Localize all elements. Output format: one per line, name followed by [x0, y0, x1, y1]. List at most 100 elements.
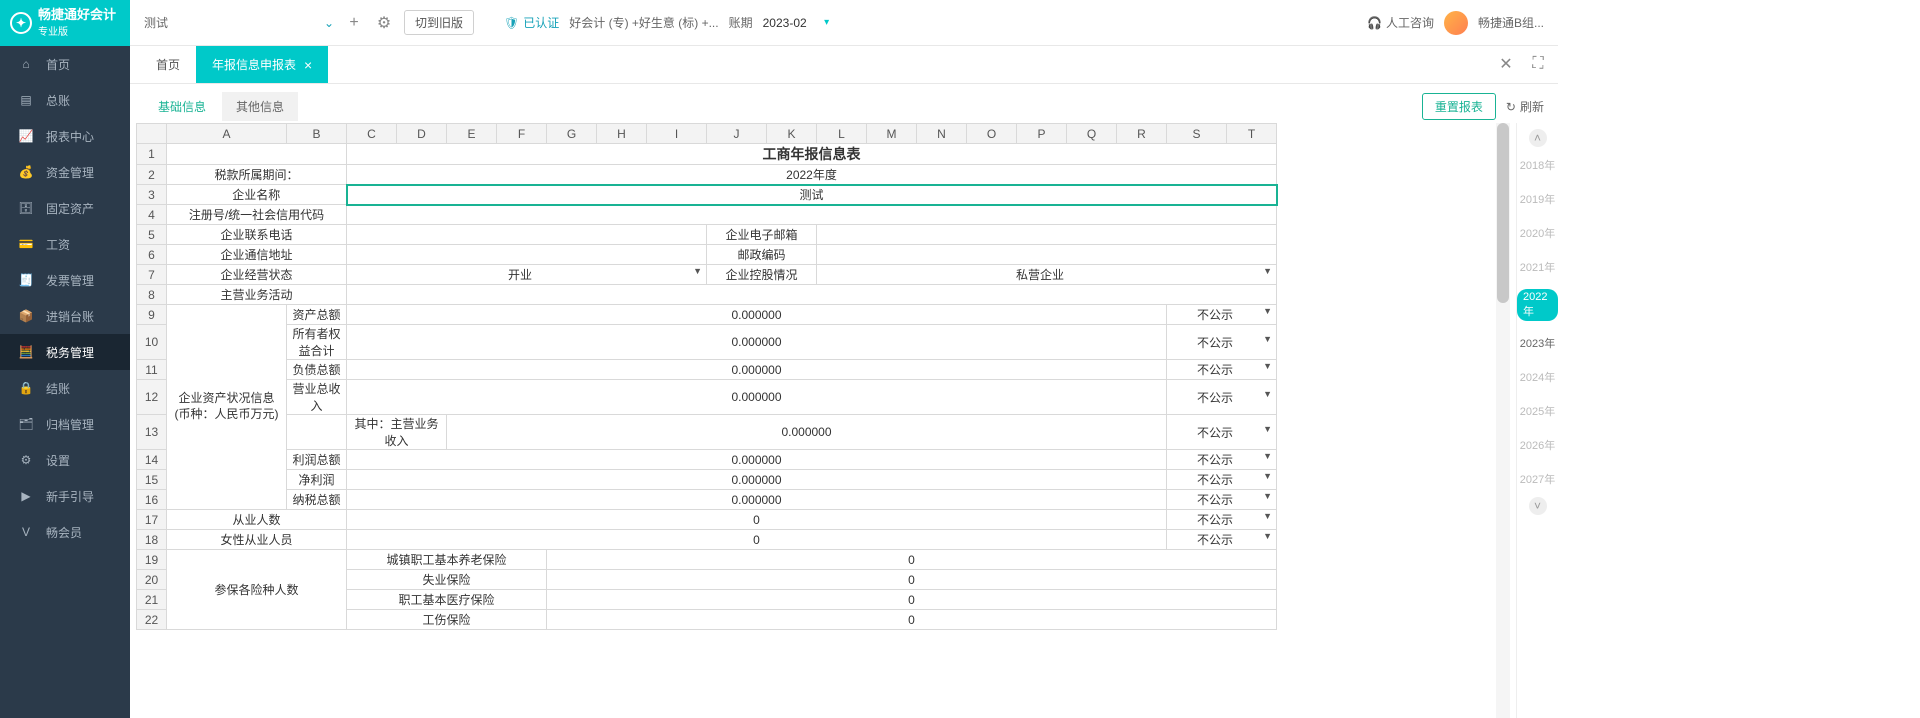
close-icon[interactable]: × [304, 57, 312, 73]
mainbiz-cell[interactable] [347, 285, 1277, 305]
asset-15-val[interactable]: 0.000000 [347, 470, 1167, 490]
year-2026年[interactable]: 2026年 [1520, 433, 1555, 457]
subtab-其他信息[interactable]: 其他信息 [222, 92, 298, 121]
asset-16-pub[interactable]: 不公示▼ [1167, 490, 1277, 510]
row-header-12[interactable]: 12 [137, 380, 167, 415]
asset-10-pub[interactable]: 不公示▼ [1167, 325, 1277, 360]
tax-period-value[interactable]: 2022年度 [347, 165, 1277, 185]
emp-f-pub[interactable]: 不公示▼ [1167, 530, 1277, 550]
col-header-Q[interactable]: Q [1067, 124, 1117, 144]
ins-22-val[interactable]: 0 [547, 610, 1277, 630]
row-header-3[interactable]: 3 [137, 185, 167, 205]
company-select[interactable]: 测试 ⌄ [144, 14, 334, 31]
sidebar-item-settings[interactable]: ⚙设置 [0, 442, 130, 478]
add-company-button[interactable]: + [344, 13, 364, 33]
asset-14-val[interactable]: 0.000000 [347, 450, 1167, 470]
col-header-P[interactable]: P [1017, 124, 1067, 144]
sidebar-item-home[interactable]: ⌂首页 [0, 46, 130, 82]
asset-9-val[interactable]: 0.000000 [347, 305, 1167, 325]
asset-11-val[interactable]: 0.000000 [347, 360, 1167, 380]
asset-16-val[interactable]: 0.000000 [347, 490, 1167, 510]
asset-10-val[interactable]: 0.000000 [347, 325, 1167, 360]
row-header-22[interactable]: 22 [137, 610, 167, 630]
col-header-C[interactable]: C [347, 124, 397, 144]
emp-pub[interactable]: 不公示▼ [1167, 510, 1277, 530]
row-header-2[interactable]: 2 [137, 165, 167, 185]
row-header-6[interactable]: 6 [137, 245, 167, 265]
corner-cell[interactable] [137, 124, 167, 144]
asset-13-pub[interactable]: 不公示▼ [1167, 415, 1277, 450]
sidebar-item-funds[interactable]: 💰资金管理 [0, 154, 130, 190]
asset-12-pub[interactable]: 不公示▼ [1167, 380, 1277, 415]
postcode-cell[interactable] [817, 245, 1277, 265]
year-2025年[interactable]: 2025年 [1520, 399, 1555, 423]
sidebar-item-fixed-assets[interactable]: 🗄固定资产 [0, 190, 130, 226]
row-header-17[interactable]: 17 [137, 510, 167, 530]
col-header-T[interactable]: T [1227, 124, 1277, 144]
holding-cell[interactable]: 私营企业▼ [817, 265, 1277, 285]
row-header-15[interactable]: 15 [137, 470, 167, 490]
col-header-A[interactable]: A [167, 124, 287, 144]
col-header-D[interactable]: D [397, 124, 447, 144]
col-header-S[interactable]: S [1167, 124, 1227, 144]
email-cell[interactable] [817, 225, 1277, 245]
col-header-E[interactable]: E [447, 124, 497, 144]
col-header-L[interactable]: L [817, 124, 867, 144]
year-down-button[interactable]: ˅ [1529, 497, 1547, 515]
ins-21-val[interactable]: 0 [547, 590, 1277, 610]
row-header-11[interactable]: 11 [137, 360, 167, 380]
emp-cell[interactable]: 0 [347, 510, 1167, 530]
year-up-button[interactable]: ˄ [1529, 129, 1547, 147]
row-header-20[interactable]: 20 [137, 570, 167, 590]
row-header-14[interactable]: 14 [137, 450, 167, 470]
address-cell[interactable] [347, 245, 707, 265]
row-header-16[interactable]: 16 [137, 490, 167, 510]
year-2019年[interactable]: 2019年 [1520, 187, 1555, 211]
sidebar-item-invoices[interactable]: 🧾发票管理 [0, 262, 130, 298]
bizstatus-cell[interactable]: 开业▼ [347, 265, 707, 285]
col-header-O[interactable]: O [967, 124, 1017, 144]
reg-no-cell[interactable] [347, 205, 1277, 225]
col-header-G[interactable]: G [547, 124, 597, 144]
col-header-I[interactable]: I [647, 124, 707, 144]
row-header-10[interactable]: 10 [137, 325, 167, 360]
sidebar-item-guide[interactable]: ▶新手引导 [0, 478, 130, 514]
row-header-7[interactable]: 7 [137, 265, 167, 285]
refresh-button[interactable]: ↻ 刷新 [1506, 98, 1544, 115]
asset-11-pub[interactable]: 不公示▼ [1167, 360, 1277, 380]
col-header-K[interactable]: K [767, 124, 817, 144]
year-2021年[interactable]: 2021年 [1520, 255, 1555, 279]
year-2027年[interactable]: 2027年 [1520, 467, 1555, 491]
col-header-F[interactable]: F [497, 124, 547, 144]
row-header-18[interactable]: 18 [137, 530, 167, 550]
asset-14-pub[interactable]: 不公示▼ [1167, 450, 1277, 470]
sidebar-item-member[interactable]: V畅会员 [0, 514, 130, 550]
subtab-基础信息[interactable]: 基础信息 [144, 92, 220, 121]
sidebar-item-closing[interactable]: 🔒结账 [0, 370, 130, 406]
row-header-5[interactable]: 5 [137, 225, 167, 245]
asset-9-pub[interactable]: 不公示▼ [1167, 305, 1277, 325]
tab-年报信息申报表[interactable]: 年报信息申报表× [196, 46, 328, 83]
emp-f-cell[interactable]: 0 [347, 530, 1167, 550]
sidebar-item-tax[interactable]: 🧮税务管理 [0, 334, 130, 370]
sidebar-item-inventory[interactable]: 📦进销台账 [0, 298, 130, 334]
phone-cell[interactable] [347, 225, 707, 245]
row-header-8[interactable]: 8 [137, 285, 167, 305]
row-header-9[interactable]: 9 [137, 305, 167, 325]
row-header-13[interactable]: 13 [137, 415, 167, 450]
vertical-scrollbar[interactable] [1496, 123, 1510, 718]
asset-15-pub[interactable]: 不公示▼ [1167, 470, 1277, 490]
asset-12-val[interactable]: 0.000000 [347, 380, 1167, 415]
period-dropdown-icon[interactable]: ▾ [817, 13, 837, 33]
col-header-R[interactable]: R [1117, 124, 1167, 144]
row-header-4[interactable]: 4 [137, 205, 167, 225]
help-button[interactable]: 🎧 人工咨询 [1367, 14, 1434, 31]
reset-report-button[interactable]: 重置报表 [1422, 93, 1496, 120]
col-header-B[interactable]: B [287, 124, 347, 144]
year-2018年[interactable]: 2018年 [1520, 153, 1555, 177]
user-name[interactable]: 畅捷通B组... [1478, 14, 1544, 31]
sidebar-item-reports[interactable]: 📈报表中心 [0, 118, 130, 154]
ins-20-val[interactable]: 0 [547, 570, 1277, 590]
switch-old-version-button[interactable]: 切到旧版 [404, 10, 474, 35]
col-header-N[interactable]: N [917, 124, 967, 144]
